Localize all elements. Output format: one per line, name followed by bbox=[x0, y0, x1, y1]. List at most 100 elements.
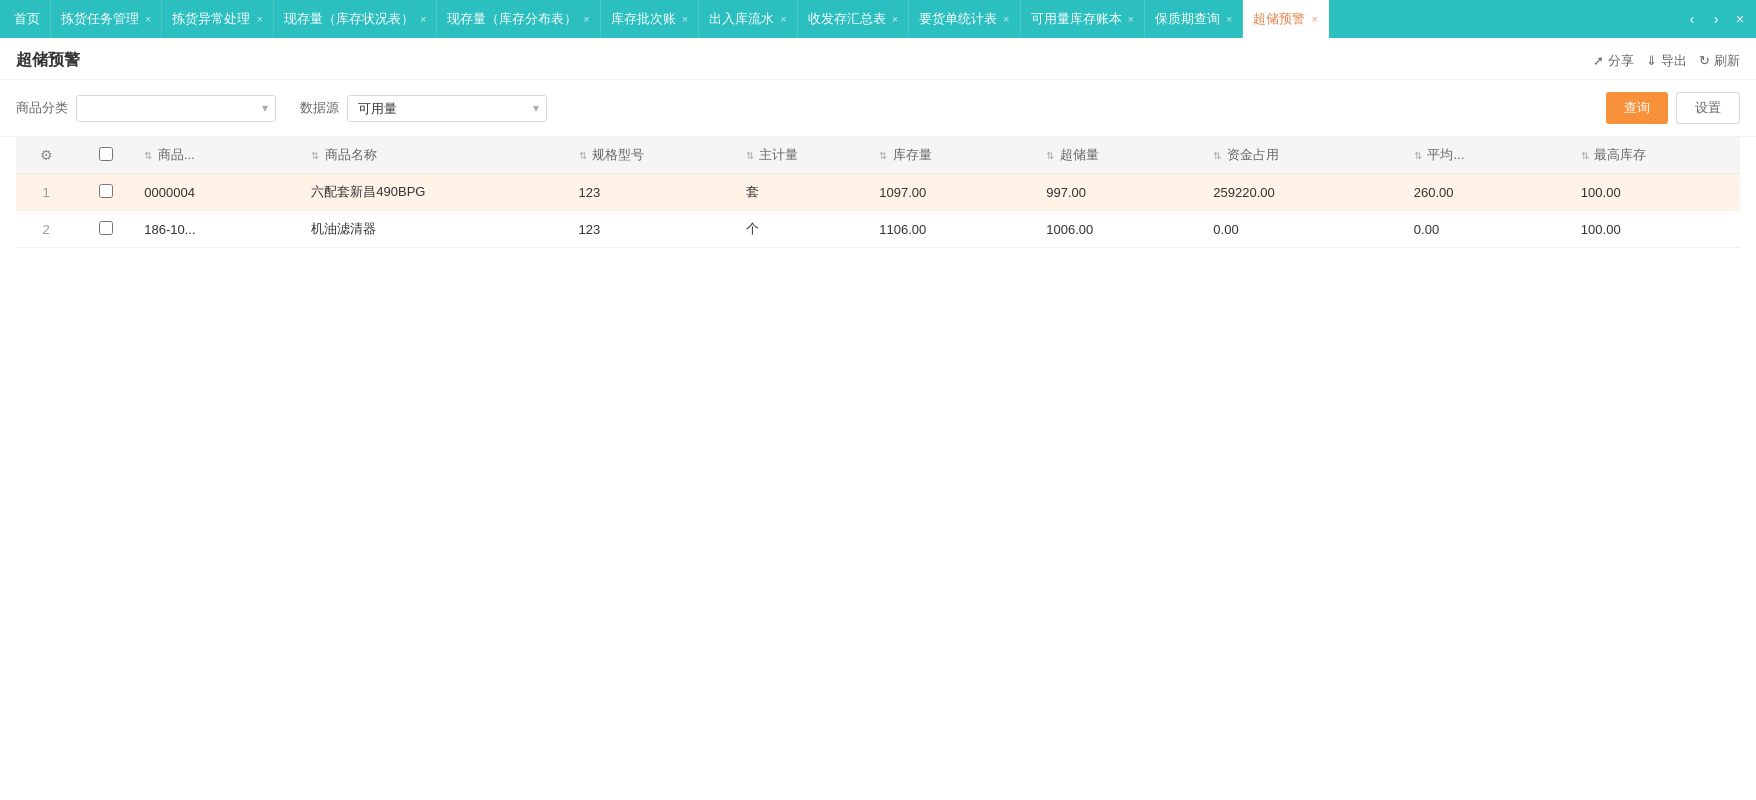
col-spec-header[interactable]: ⇅ 规格型号 bbox=[571, 137, 738, 174]
category-label: 商品分类 bbox=[16, 99, 68, 117]
row-checkbox[interactable] bbox=[99, 221, 113, 235]
nav-close-button[interactable]: × bbox=[1728, 0, 1752, 38]
row-over: 997.00 bbox=[1038, 174, 1205, 211]
sort-arrows-unit: ⇅ bbox=[746, 150, 754, 161]
data-table: ⚙ ⇅ 商品... ⇅ 商品名称 ⇅ 规格型号 bbox=[16, 137, 1740, 248]
refresh-button[interactable]: ↻ 刷新 bbox=[1699, 52, 1740, 70]
sort-arrows-spec: ⇅ bbox=[579, 150, 587, 161]
nav-prev-button[interactable]: ‹ bbox=[1680, 0, 1704, 38]
close-tab-icon[interactable]: × bbox=[1003, 13, 1009, 25]
close-tab-icon[interactable]: × bbox=[892, 13, 898, 25]
table-container: ⚙ ⇅ 商品... ⇅ 商品名称 ⇅ 规格型号 bbox=[0, 137, 1756, 248]
row-avg: 260.00 bbox=[1406, 174, 1573, 211]
share-icon: ➚ bbox=[1593, 53, 1604, 68]
row-stock: 1106.00 bbox=[871, 211, 1038, 248]
nav-item------[interactable]: 出入库流水× bbox=[699, 0, 797, 38]
sort-arrows-stock: ⇅ bbox=[879, 150, 887, 161]
row-spec: 123 bbox=[571, 211, 738, 248]
page-header: 超储预警 ➚ 分享 ⇓ 导出 ↻ 刷新 bbox=[0, 38, 1756, 80]
row-over: 1006.00 bbox=[1038, 211, 1205, 248]
header-actions: ➚ 分享 ⇓ 导出 ↻ 刷新 bbox=[1593, 52, 1740, 70]
sort-arrows-avg: ⇅ bbox=[1414, 150, 1422, 161]
nav-item-------[interactable]: 要货单统计表× bbox=[909, 0, 1020, 38]
export-button[interactable]: ⇓ 导出 bbox=[1646, 52, 1687, 70]
close-tab-icon[interactable]: × bbox=[583, 13, 589, 25]
col-code-header[interactable]: ⇅ 商品... bbox=[136, 137, 303, 174]
table-row: 2 186-10... 机油滤清器 123 个 1106.00 1006.00 … bbox=[16, 211, 1740, 248]
datasource-filter: 数据源 可用量 库存量 bbox=[300, 95, 547, 122]
row-capital: 0.00 bbox=[1205, 211, 1405, 248]
close-tab-icon[interactable]: × bbox=[1311, 13, 1317, 25]
col-over-header[interactable]: ⇅ 超储量 bbox=[1038, 137, 1205, 174]
category-filter: 商品分类 bbox=[16, 95, 276, 122]
row-num: 1 bbox=[16, 174, 76, 211]
filter-actions: 查询 设置 bbox=[1606, 92, 1740, 124]
row-name: 六配套新昌490BPG bbox=[303, 174, 570, 211]
row-unit: 套 bbox=[738, 174, 872, 211]
table-header-row: ⚙ ⇅ 商品... ⇅ 商品名称 ⇅ 规格型号 bbox=[16, 137, 1740, 174]
row-checkbox-cell[interactable] bbox=[76, 211, 136, 248]
nav-item------[interactable]: 保质期查询× bbox=[1145, 0, 1243, 38]
col-settings-header[interactable]: ⚙ bbox=[16, 137, 76, 174]
settings-button[interactable]: 设置 bbox=[1676, 92, 1740, 124]
col-capital-header[interactable]: ⇅ 资金占用 bbox=[1205, 137, 1405, 174]
nav-item-----[interactable]: 超储预警× bbox=[1243, 0, 1328, 38]
row-maxstock: 100.00 bbox=[1573, 174, 1740, 211]
row-code: 186-10... bbox=[136, 211, 303, 248]
close-tab-icon[interactable]: × bbox=[780, 13, 786, 25]
table-settings-icon[interactable]: ⚙ bbox=[40, 147, 53, 163]
row-spec: 123 bbox=[571, 174, 738, 211]
col-maxstock-header[interactable]: ⇅ 最高库存 bbox=[1573, 137, 1740, 174]
row-code: 0000004 bbox=[136, 174, 303, 211]
page-container: 超储预警 ➚ 分享 ⇓ 导出 ↻ 刷新 商品分类 bbox=[0, 38, 1756, 800]
top-nav: 首页拣货任务管理×拣货异常处理×现存量（库存状况表）×现存量（库存分布表）×库存… bbox=[0, 0, 1756, 38]
close-tab-icon[interactable]: × bbox=[1226, 13, 1232, 25]
col-unit-header[interactable]: ⇅ 主计量 bbox=[738, 137, 872, 174]
row-name: 机油滤清器 bbox=[303, 211, 570, 248]
row-avg: 0.00 bbox=[1406, 211, 1573, 248]
sort-arrows-maxstock: ⇅ bbox=[1581, 150, 1589, 161]
nav-item-----------[interactable]: 现存量（库存状况表）× bbox=[274, 0, 437, 38]
datasource-select-wrapper: 可用量 库存量 bbox=[347, 95, 547, 122]
row-checkbox-cell[interactable] bbox=[76, 174, 136, 211]
row-maxstock: 100.00 bbox=[1573, 211, 1740, 248]
nav-item-------[interactable]: 收发存汇总表× bbox=[798, 0, 909, 38]
nav-item-----------[interactable]: 现存量（库存分布表）× bbox=[437, 0, 600, 38]
sort-arrows-code: ⇅ bbox=[144, 150, 152, 161]
col-name-header[interactable]: ⇅ 商品名称 bbox=[303, 137, 570, 174]
nav-item--------[interactable]: 可用量库存账本× bbox=[1021, 0, 1145, 38]
nav-item------[interactable]: 库存批次账× bbox=[601, 0, 699, 38]
refresh-icon: ↻ bbox=[1699, 53, 1710, 68]
nav-item-------[interactable]: 拣货异常处理× bbox=[162, 0, 273, 38]
nav-next-button[interactable]: › bbox=[1704, 0, 1728, 38]
table-body: 1 0000004 六配套新昌490BPG 123 套 1097.00 997.… bbox=[16, 174, 1740, 248]
close-tab-icon[interactable]: × bbox=[145, 13, 151, 25]
select-all-checkbox[interactable] bbox=[99, 147, 113, 161]
col-stock-header[interactable]: ⇅ 库存量 bbox=[871, 137, 1038, 174]
share-button[interactable]: ➚ 分享 bbox=[1593, 52, 1634, 70]
sort-arrows-over: ⇅ bbox=[1046, 150, 1054, 161]
close-tab-icon[interactable]: × bbox=[256, 13, 262, 25]
sort-arrows-capital: ⇅ bbox=[1213, 150, 1221, 161]
category-select-wrapper bbox=[76, 95, 276, 122]
sort-arrows-name: ⇅ bbox=[311, 150, 319, 161]
close-tab-icon[interactable]: × bbox=[420, 13, 426, 25]
row-num: 2 bbox=[16, 211, 76, 248]
col-avg-header[interactable]: ⇅ 平均... bbox=[1406, 137, 1573, 174]
col-checkbox-header[interactable] bbox=[76, 137, 136, 174]
query-button[interactable]: 查询 bbox=[1606, 92, 1668, 124]
filter-row: 商品分类 数据源 可用量 库存量 查询 设置 bbox=[0, 80, 1756, 137]
datasource-label: 数据源 bbox=[300, 99, 339, 117]
close-tab-icon[interactable]: × bbox=[682, 13, 688, 25]
category-select[interactable] bbox=[76, 95, 276, 122]
page-title: 超储预警 bbox=[16, 50, 80, 71]
datasource-select[interactable]: 可用量 库存量 bbox=[347, 95, 547, 122]
close-tab-icon[interactable]: × bbox=[1128, 13, 1134, 25]
nav-item-------[interactable]: 拣货任务管理× bbox=[51, 0, 162, 38]
table-row: 1 0000004 六配套新昌490BPG 123 套 1097.00 997.… bbox=[16, 174, 1740, 211]
row-stock: 1097.00 bbox=[871, 174, 1038, 211]
row-capital: 259220.00 bbox=[1205, 174, 1405, 211]
row-checkbox[interactable] bbox=[99, 184, 113, 198]
export-icon: ⇓ bbox=[1646, 53, 1657, 68]
nav-item---[interactable]: 首页 bbox=[4, 0, 51, 38]
